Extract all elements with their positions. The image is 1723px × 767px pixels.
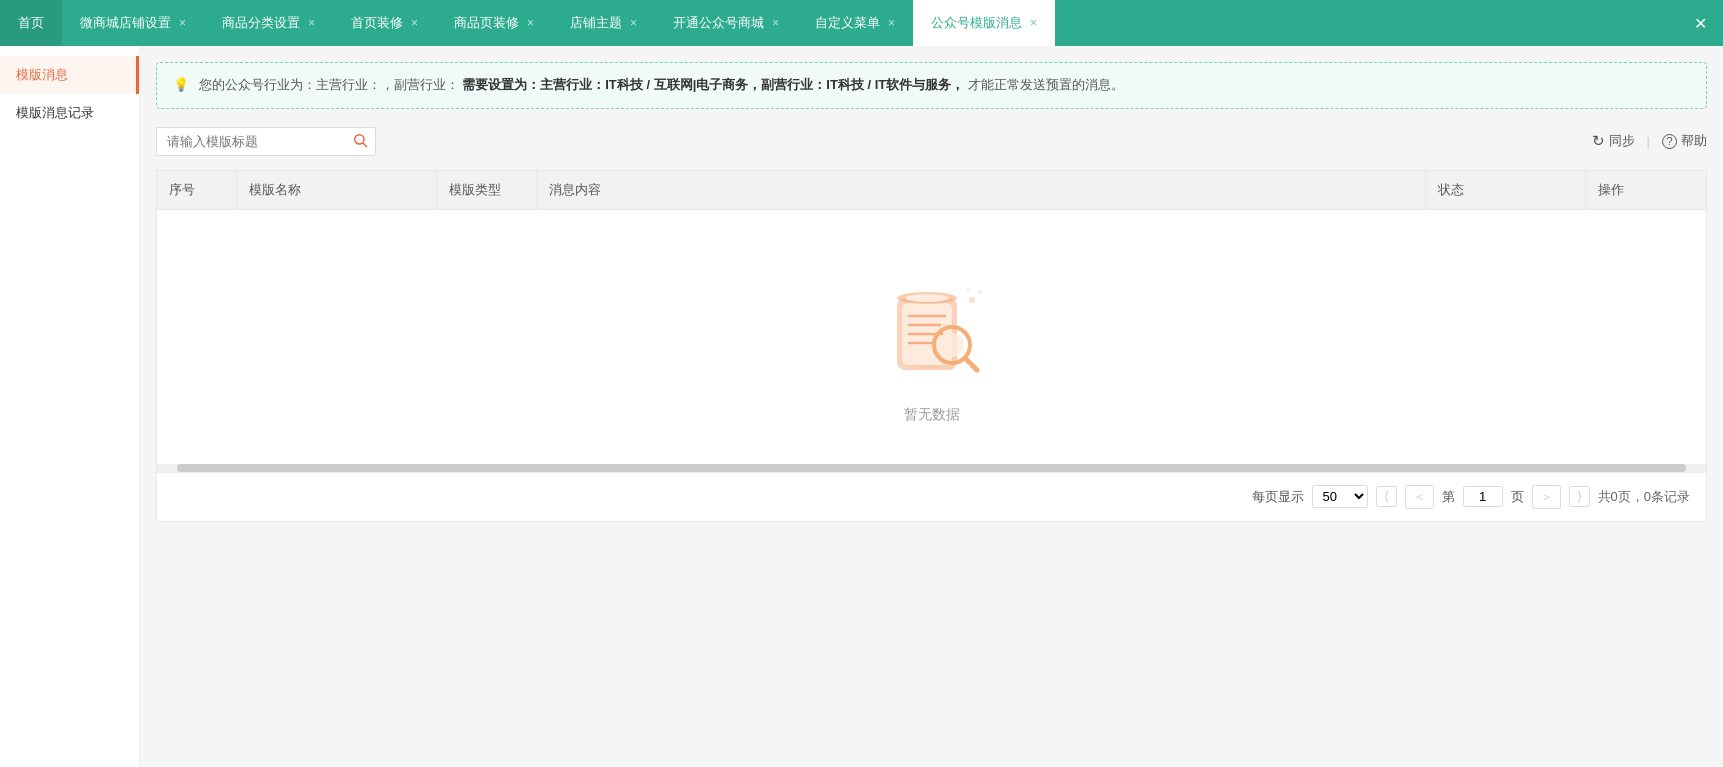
close-tab-template[interactable]: × [1030,16,1037,30]
tab-weshop[interactable]: 微商城店铺设置 × [62,0,204,46]
tab-template[interactable]: 公众号模版消息 × [913,0,1055,46]
scrollbar-area[interactable] [157,464,1706,472]
tab-home[interactable]: 首页 [0,0,62,46]
scrollbar-thumb[interactable] [177,464,1686,472]
sync-icon: ↻ [1592,132,1605,150]
col-header-name: 模版名称 [237,171,437,209]
help-icon: ? [1662,134,1677,149]
sidebar-item-template-log[interactable]: 模版消息记录 [0,94,139,132]
notice-text-highlight: 需要设置为：主营行业：IT科技 / 互联网|电子商务，副营行业：IT科技 / I… [462,77,964,92]
col-header-status: 状态 [1426,171,1586,209]
sidebar: 模版消息 模版消息记录 [0,46,140,767]
tab-category[interactable]: 商品分类设置 × [204,0,333,46]
close-tab-product[interactable]: × [527,16,534,30]
close-all-button[interactable]: ✕ [1678,0,1723,46]
sync-button[interactable]: ↻ 同步 [1592,132,1635,150]
bulb-icon: 💡 [173,77,189,92]
close-tab-theme[interactable]: × [630,16,637,30]
page-label: 页 [1511,488,1524,506]
search-input-wrap [156,127,376,156]
actions-divider: | [1647,134,1650,149]
close-tab-weshop[interactable]: × [179,16,186,30]
col-header-seq: 序号 [157,171,237,209]
layout: 模版消息 模版消息记录 💡 您的公众号行业为：主营行业：，副营行业： 需要设置为… [0,46,1723,767]
close-tab-homepage[interactable]: × [411,16,418,30]
search-bar: ↻ 同步 | ? 帮助 [156,127,1707,156]
empty-text: 暂无数据 [904,406,960,424]
last-page-button[interactable]: ⟩ [1569,486,1590,507]
svg-line-1 [363,143,367,147]
close-tab-openstore[interactable]: × [772,16,779,30]
pagination: 每页显示 50 10 20 100 ⟨ ＜ 第 页 ＞ ⟩ 共0页，0条记录 [157,472,1706,521]
table: 序号 模版名称 模版类型 消息内容 状态 操作 [156,170,1707,522]
tab-homepage[interactable]: 首页装修 × [333,0,436,46]
col-header-content: 消息内容 [537,171,1426,209]
notice-text-prefix: 您的公众号行业为：主营行业：，副营行业： [199,77,459,92]
tab-product[interactable]: 商品页装修 × [436,0,552,46]
svg-point-14 [969,297,975,303]
top-nav: 首页 微商城店铺设置 × 商品分类设置 × 首页装修 × 商品页装修 × 店铺主… [0,0,1723,46]
svg-point-16 [966,288,969,291]
empty-illustration [872,270,992,390]
page-size-label: 每页显示 [1252,488,1304,506]
svg-point-15 [978,290,982,294]
svg-point-10 [905,294,949,302]
close-tab-custommenu[interactable]: × [888,16,895,30]
close-tab-category[interactable]: × [308,16,315,30]
notice-box: 💡 您的公众号行业为：主营行业：，副营行业： 需要设置为：主营行业：IT科技 /… [156,62,1707,109]
page-prefix: 第 [1442,488,1455,506]
tab-theme[interactable]: 店铺主题 × [552,0,655,46]
main-content: 💡 您的公众号行业为：主营行业：，副营行业： 需要设置为：主营行业：IT科技 /… [140,46,1723,767]
prev-page-button[interactable]: ＜ [1405,485,1434,509]
search-input[interactable] [156,127,376,156]
tab-custommenu[interactable]: 自定义菜单 × [797,0,913,46]
page-size-select[interactable]: 50 10 20 100 [1312,485,1368,508]
table-header: 序号 模版名称 模版类型 消息内容 状态 操作 [157,171,1706,210]
total-info: 共0页，0条记录 [1598,488,1690,506]
col-header-action: 操作 [1586,171,1706,209]
svg-point-12 [940,333,964,357]
search-icon[interactable] [352,132,368,151]
search-actions: ↻ 同步 | ? 帮助 [1592,132,1707,150]
page-input[interactable] [1463,486,1503,507]
empty-state: 暂无数据 [157,210,1706,464]
svg-line-13 [965,358,977,370]
help-button[interactable]: ? 帮助 [1662,132,1707,150]
notice-text-suffix: 才能正常发送预置的消息。 [968,77,1124,92]
sidebar-item-template-msg[interactable]: 模版消息 [0,56,139,94]
next-page-button[interactable]: ＞ [1532,485,1561,509]
tab-openstore[interactable]: 开通公众号商城 × [655,0,797,46]
col-header-type: 模版类型 [437,171,537,209]
first-page-button[interactable]: ⟨ [1376,486,1397,507]
